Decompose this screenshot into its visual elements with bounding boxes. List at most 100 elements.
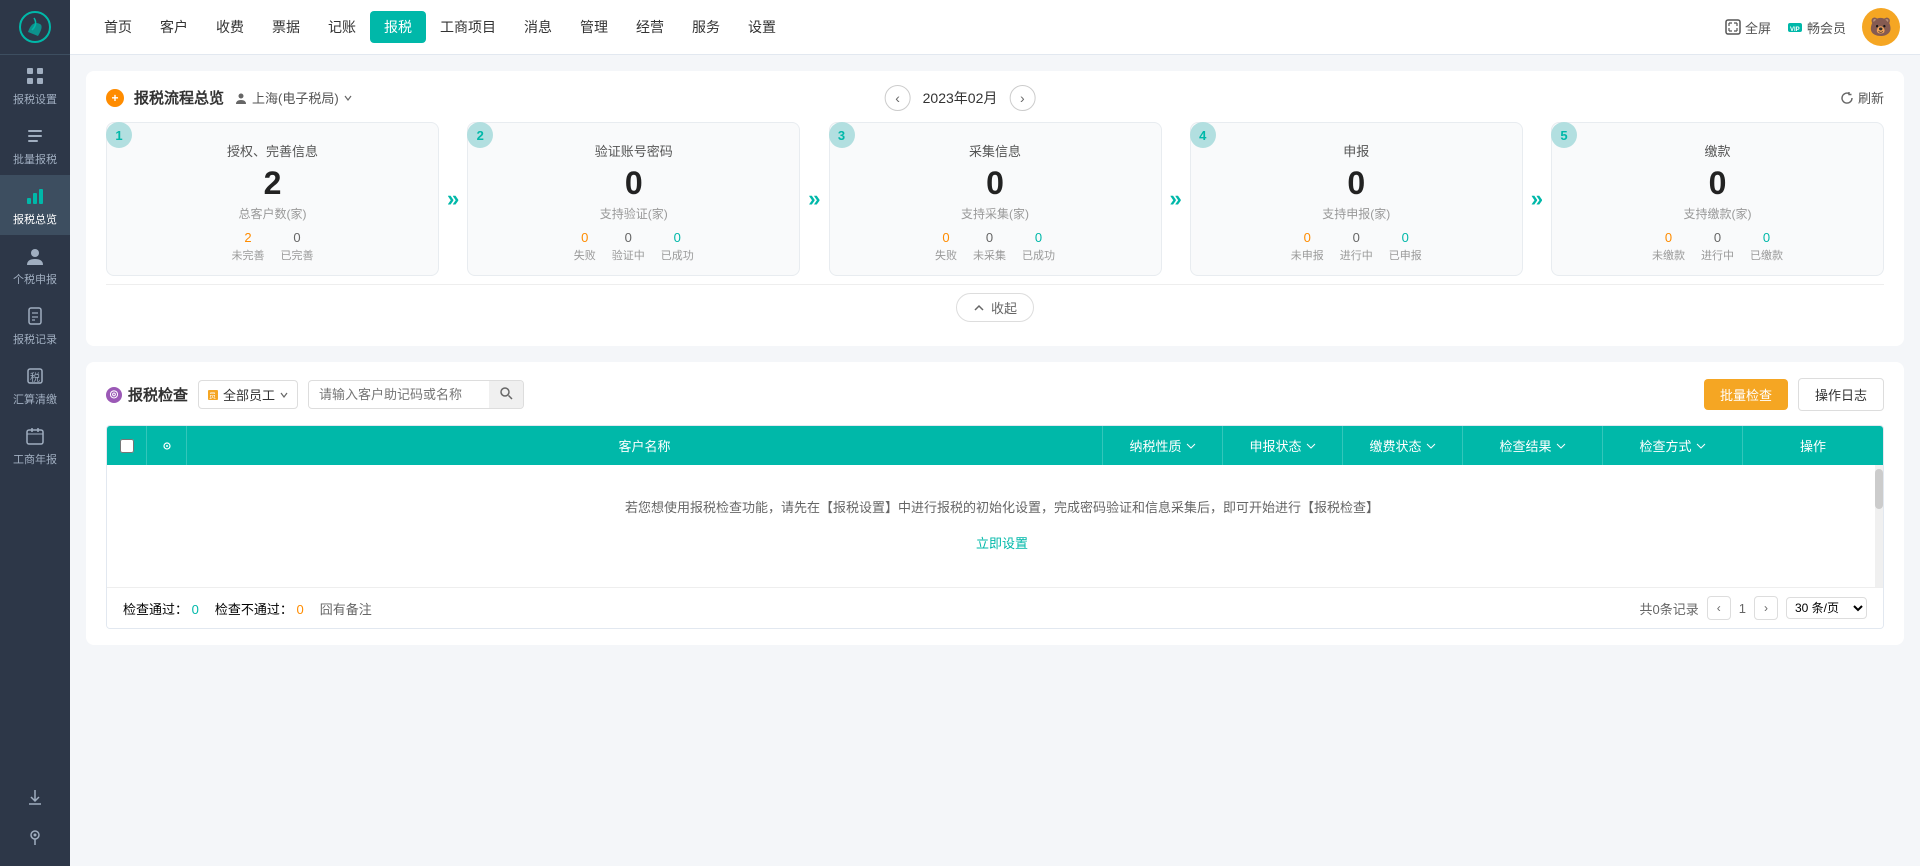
search-input[interactable] xyxy=(309,382,489,407)
stat-weicaiji[interactable]: 0 未采集 xyxy=(973,230,1006,263)
vip-btn[interactable]: VIP 畅会员 xyxy=(1787,18,1846,37)
stat-jinxingz5[interactable]: 0 进行中 xyxy=(1701,230,1734,263)
sidebar-item-geren-shenbao[interactable]: 个税申报 xyxy=(0,235,70,295)
check-header-right: 批量检查 操作日志 xyxy=(1704,378,1884,411)
sidebar-item-label: 汇算清缴 xyxy=(13,391,57,407)
nav-item-kehu[interactable]: 客户 xyxy=(146,11,202,43)
location-tag[interactable]: 上海(电子税局) xyxy=(234,88,353,107)
mascot[interactable]: 🐻 xyxy=(1862,8,1900,46)
th-fangshi: 检查方式 xyxy=(1603,426,1743,465)
step-arrow-3: » xyxy=(1162,122,1190,276)
pass-label: 检查通过： 0 xyxy=(123,599,199,618)
fail-label: 检查不通过： 0 xyxy=(215,599,304,618)
flow-header-right: 刷新 xyxy=(1840,88,1884,107)
stat-weiwanshan[interactable]: 2 未完善 xyxy=(232,230,265,263)
step-arrow-2: » xyxy=(800,122,828,276)
nav-item-shoufei[interactable]: 收费 xyxy=(202,11,258,43)
search-button[interactable] xyxy=(489,381,523,408)
scrollbar-thumb[interactable] xyxy=(1875,469,1883,509)
fullscreen-btn[interactable]: 全屏 xyxy=(1725,18,1771,37)
filter-icon2[interactable] xyxy=(1306,441,1316,451)
sidebar-bottom xyxy=(0,776,70,866)
nav-item-baoshui[interactable]: 报税 xyxy=(370,11,426,43)
fullscreen-icon xyxy=(1725,19,1741,35)
sidebar-item-baoshui-zonglan[interactable]: 报税总览 xyxy=(0,175,70,235)
th-settings[interactable] xyxy=(147,426,187,465)
prev-month-btn[interactable]: ‹ xyxy=(885,85,911,111)
filter-icon5[interactable] xyxy=(1696,441,1706,451)
next-month-btn[interactable]: › xyxy=(1009,85,1035,111)
fail-count[interactable]: 0 xyxy=(297,602,304,617)
nav-item-jizhang[interactable]: 记账 xyxy=(314,11,370,43)
empty-message: 若您想使用报税检查功能，请先在【报税设置】中进行报税的初始化设置，完成密码验证和… xyxy=(625,495,1379,557)
sidebar-item-piliangsbaoshui[interactable]: 批量报税 xyxy=(0,115,70,175)
stat-num: 0 xyxy=(293,230,300,245)
step-3-bignum: 0 xyxy=(846,166,1145,201)
sidebar-item-baoshui-jilu[interactable]: 报税记录 xyxy=(0,295,70,355)
prev-page-btn[interactable]: ‹ xyxy=(1707,596,1731,620)
nav-item-shezhi[interactable]: 设置 xyxy=(734,11,790,43)
step-4-stats: 0 未申报 0 进行中 0 已申报 xyxy=(1207,230,1506,263)
step-1-bignum: 2 xyxy=(123,166,422,201)
logo xyxy=(0,0,70,55)
scrollbar-track xyxy=(1875,465,1883,587)
stat-num: 0 xyxy=(1763,230,1770,245)
filter-icon[interactable] xyxy=(1186,441,1196,451)
stat-num: 2 xyxy=(244,230,251,245)
nav-item-piao[interactable]: 票据 xyxy=(258,11,314,43)
refresh-btn[interactable]: 刷新 xyxy=(1840,88,1884,107)
filter-icon3[interactable] xyxy=(1426,441,1436,451)
topnav: 首页 客户 收费 票据 记账 报税 工商项目 消息 管理 经营 服务 设置 全屏 xyxy=(70,0,1920,55)
sidebar-location[interactable] xyxy=(0,816,70,856)
stat-yijiaokuan[interactable]: 0 已缴款 xyxy=(1750,230,1783,263)
step-4-title: 申报 xyxy=(1207,141,1506,160)
sidebar-item-baoshuishezhi[interactable]: 报税设置 xyxy=(0,55,70,115)
stat-yishenbao[interactable]: 0 已申报 xyxy=(1389,230,1422,263)
step-2-bignum: 0 xyxy=(484,166,783,201)
step-3-title: 采集信息 xyxy=(846,141,1145,160)
next-page-btn[interactable]: › xyxy=(1754,596,1778,620)
nav-item-xiaoxi[interactable]: 消息 xyxy=(510,11,566,43)
nav-item-jingying[interactable]: 经营 xyxy=(622,11,678,43)
col-taxtype-label: 纳税性质 xyxy=(1129,436,1181,455)
total-count: 共0条记录 xyxy=(1640,599,1699,618)
stat-yanzhongz[interactable]: 0 验证中 xyxy=(612,230,645,263)
stat-shib[interactable]: 0 失败 xyxy=(574,230,596,263)
download-icon xyxy=(24,786,46,808)
footer-left: 检查通过： 0 检查不通过： 0 囧有备注 xyxy=(123,599,372,618)
filter-icon4[interactable] xyxy=(1556,441,1566,451)
step-3-num: 3 xyxy=(829,122,855,148)
pass-count[interactable]: 0 xyxy=(192,602,199,617)
stat-jinxingz4[interactable]: 0 进行中 xyxy=(1340,230,1373,263)
stat-shib3[interactable]: 0 失败 xyxy=(935,230,957,263)
stat-num: 0 xyxy=(674,230,681,245)
stat-weishenbao[interactable]: 0 未申报 xyxy=(1291,230,1324,263)
settings-icon xyxy=(24,65,46,87)
th-checkbox[interactable] xyxy=(107,426,147,465)
stat-yichengg3[interactable]: 0 已成功 xyxy=(1022,230,1055,263)
collapse-btn[interactable]: 收起 xyxy=(956,293,1034,322)
stat-num: 0 xyxy=(1665,230,1672,245)
operation-log-btn[interactable]: 操作日志 xyxy=(1798,378,1884,411)
setup-link[interactable]: 立即设置 xyxy=(976,536,1028,551)
nav-item-gongshang[interactable]: 工商项目 xyxy=(426,11,510,43)
nav-item-guanli[interactable]: 管理 xyxy=(566,11,622,43)
select-all-checkbox[interactable] xyxy=(120,439,134,453)
location-text: 上海(电子税局) xyxy=(252,88,339,107)
overview-icon xyxy=(24,185,46,207)
stat-weijiaokuan[interactable]: 0 未缴款 xyxy=(1652,230,1685,263)
nav-item-home[interactable]: 首页 xyxy=(90,11,146,43)
step-1-title: 授权、完善信息 xyxy=(123,141,422,160)
batch-check-btn[interactable]: 批量检查 xyxy=(1704,379,1788,410)
search-icon xyxy=(499,386,513,400)
stat-yichengg[interactable]: 0 已成功 xyxy=(661,230,694,263)
sidebar-item-gongshang-nianbao[interactable]: 工商年报 xyxy=(0,415,70,475)
footer-right: 共0条记录 ‹ 1 › 30 条/页 50 条/页 100 条/页 xyxy=(1640,596,1867,620)
sidebar-item-huisuan[interactable]: 税 汇算清缴 xyxy=(0,355,70,415)
stat-yiwanshan[interactable]: 0 已完善 xyxy=(281,230,314,263)
sidebar-download[interactable] xyxy=(0,776,70,816)
employee-filter[interactable]: 员 全部员工 xyxy=(198,380,298,409)
nav-item-fuwu[interactable]: 服务 xyxy=(678,11,734,43)
page-size-select[interactable]: 30 条/页 50 条/页 100 条/页 xyxy=(1786,597,1867,619)
col-caozuo-label: 操作 xyxy=(1800,436,1826,455)
